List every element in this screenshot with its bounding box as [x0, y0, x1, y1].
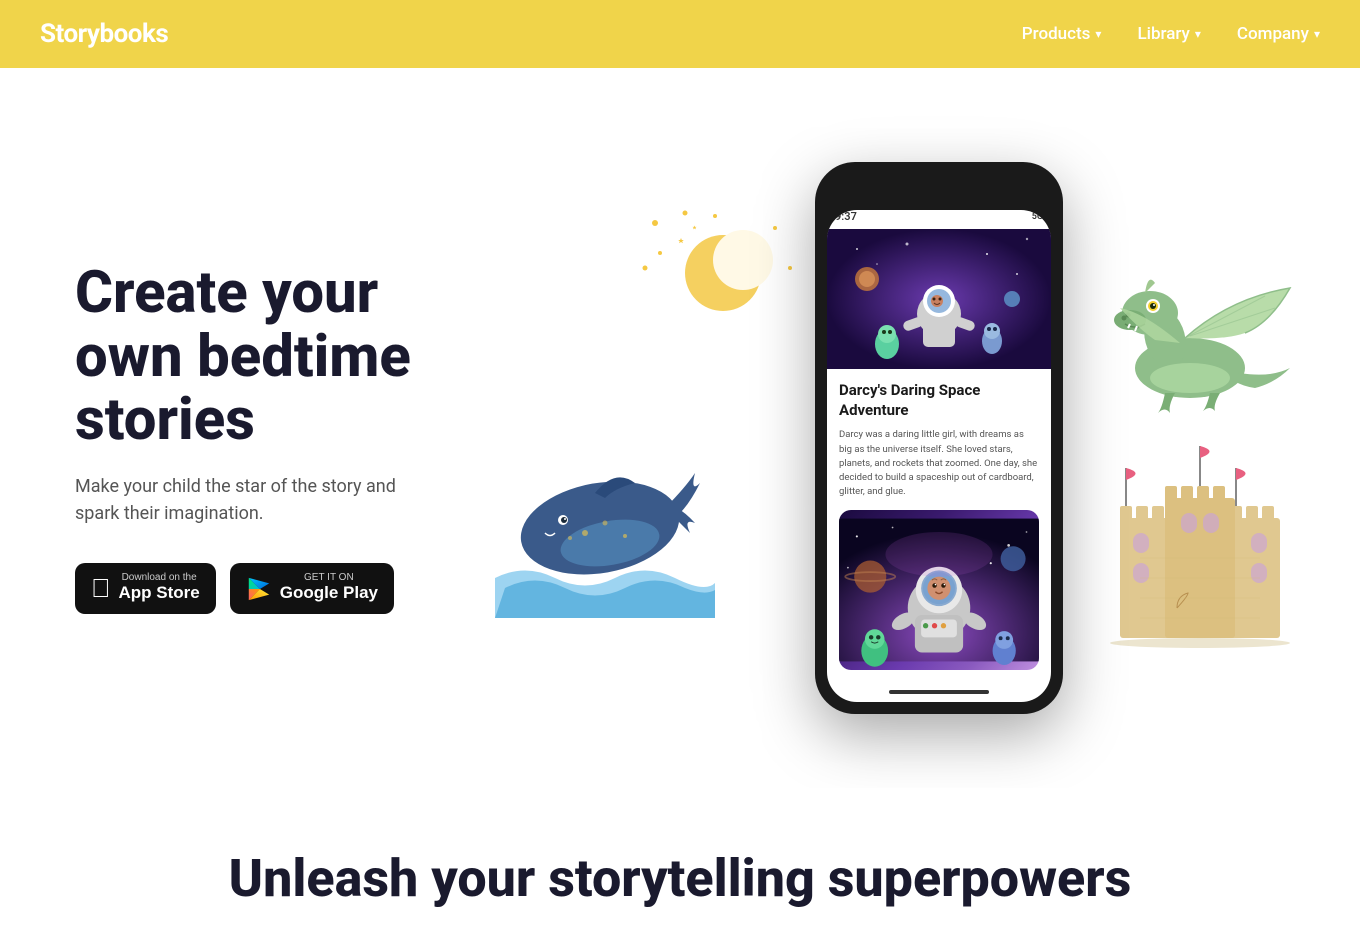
moon-illustration [635, 208, 795, 338]
nav-links: Products ▾ Library ▾ Company ▾ [1022, 24, 1320, 44]
logo[interactable]: Storybooks [40, 19, 168, 49]
phone-home-indicator [827, 682, 1051, 702]
hero-left: Create your own bedtime stories Make you… [75, 262, 495, 614]
bottom-section: Unleash your storytelling superpowers [0, 788, 1360, 949]
bottom-title: Unleash your storytelling superpowers [40, 848, 1320, 909]
nav-item-products[interactable]: Products ▾ [1022, 24, 1102, 44]
phone-status-bar: 9:37 5G [827, 210, 1051, 229]
hero-section: Create your own bedtime stories Make you… [0, 68, 1360, 788]
hero-center-illustrations [495, 178, 815, 698]
phone-screen: 9:37 5G ‹ ⬆ ♡ [827, 210, 1051, 701]
nav-link-products[interactable]: Products ▾ [1022, 24, 1102, 44]
nav-link-library[interactable]: Library ▾ [1137, 24, 1200, 44]
nav-link-company[interactable]: Company ▾ [1237, 24, 1320, 44]
phone-story-header: ‹ ⬆ ♡ [827, 229, 1051, 369]
google-play-label-large: Google Play [280, 583, 378, 603]
phone-story-title: Darcy's Daring Space Adventure [839, 381, 1039, 420]
google-play-button[interactable]: GET IT ON Google Play [230, 563, 394, 614]
chevron-down-icon: ▾ [1095, 27, 1101, 41]
phone-home-bar [889, 690, 989, 694]
castle-illustration [1095, 438, 1305, 638]
hero-phone: 9:37 5G ‹ ⬆ ♡ [815, 162, 1075, 713]
chevron-down-icon: ▾ [1314, 27, 1320, 41]
app-store-label-small: Download on the [119, 573, 200, 583]
hero-right-illustrations [1075, 238, 1325, 638]
google-play-icon [246, 576, 272, 602]
phone-story-illustration [839, 510, 1039, 670]
phone-story-image [839, 510, 1039, 670]
google-play-label-small: GET IT ON [280, 573, 378, 583]
phone-frame: 9:37 5G ‹ ⬆ ♡ [815, 162, 1063, 713]
apple-icon:  [91, 573, 111, 604]
nav-item-library[interactable]: Library ▾ [1137, 24, 1200, 44]
phone-header-illustration [827, 229, 1051, 369]
whale-illustration [495, 418, 715, 618]
hero-subtitle: Make your child the star of the story an… [75, 473, 415, 527]
hero-title: Create your own bedtime stories [75, 262, 495, 453]
phone-time: 9:37 [835, 210, 857, 223]
phone-signal: 5G [1032, 212, 1043, 222]
dragon-illustration [1090, 258, 1310, 418]
phone-story-text: Darcy was a daring little girl, with dre… [839, 428, 1039, 499]
navigation: Storybooks Products ▾ Library ▾ Company … [0, 0, 1360, 68]
chevron-down-icon: ▾ [1195, 27, 1201, 41]
phone-notch [889, 174, 989, 202]
app-store-button[interactable]:  Download on the App Store [75, 563, 216, 614]
nav-item-company[interactable]: Company ▾ [1237, 24, 1320, 44]
app-store-label-large: App Store [119, 583, 200, 603]
store-buttons:  Download on the App Store [75, 563, 495, 614]
phone-story-content: Darcy's Daring Space Adventure Darcy was… [827, 369, 1051, 681]
